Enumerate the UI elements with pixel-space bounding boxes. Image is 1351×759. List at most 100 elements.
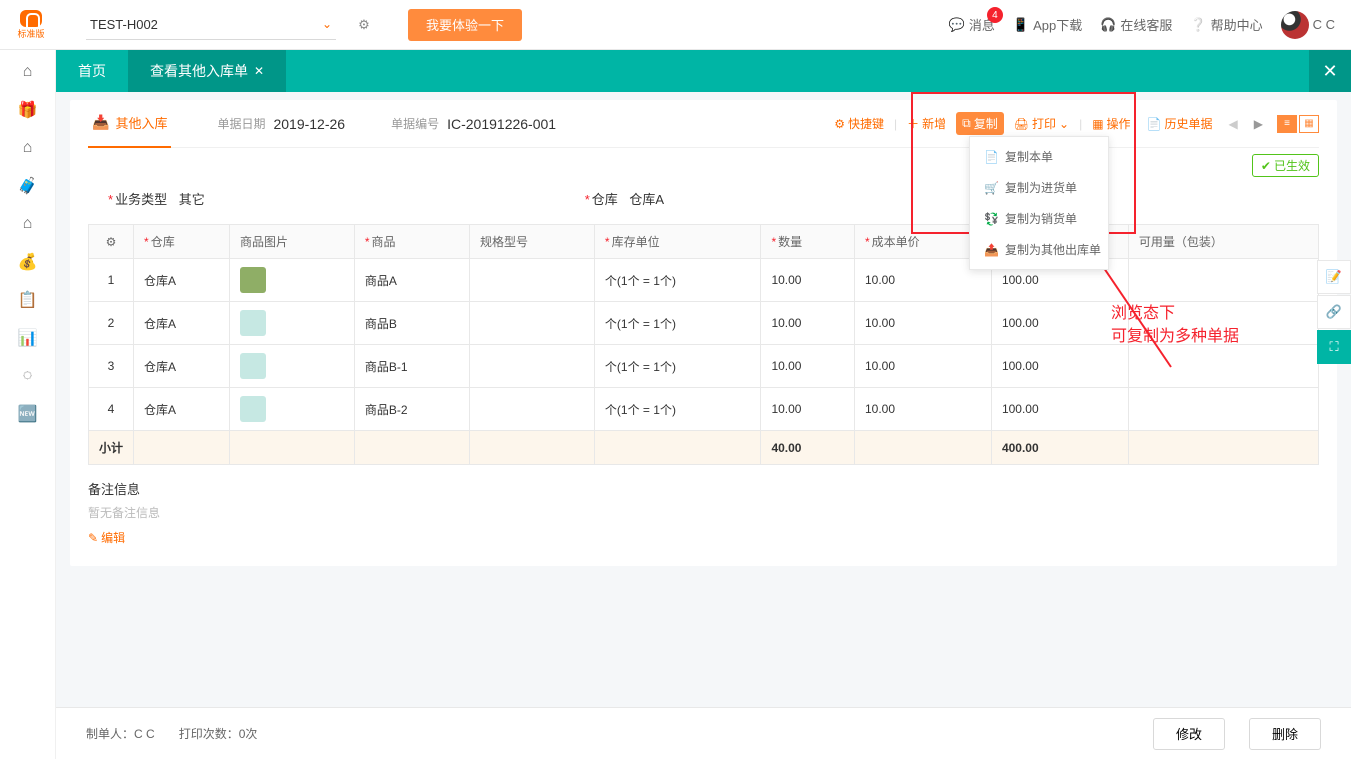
row-index: 2 (89, 302, 134, 345)
next-doc-button[interactable]: ▶ (1248, 114, 1269, 134)
creator-info: 制单人：C C (86, 725, 155, 742)
user-name: C C (1313, 17, 1335, 32)
edit-remark-button[interactable]: ✎编辑 (88, 529, 1319, 546)
cell-spec (470, 259, 595, 302)
nav-gift-icon[interactable]: 🎁 (16, 98, 40, 122)
view-card-icon[interactable]: ▦ (1299, 115, 1319, 133)
modify-button[interactable]: 修改 (1153, 718, 1225, 750)
prev-doc-button[interactable]: ◀ (1223, 114, 1244, 134)
cell-unit-cost: 10.00 (854, 302, 991, 345)
cell-product: 商品B-1 (354, 345, 469, 388)
tab-active-label: 查看其他入库单 (150, 61, 248, 81)
cell-spec (470, 302, 595, 345)
cell-image (229, 345, 354, 388)
table-row[interactable]: 3 仓库A 商品B-1 个(1个 = 1个) 10.00 10.00 100.0… (89, 345, 1319, 388)
cell-available (1128, 259, 1318, 302)
warehouse-field: *仓库 仓库A (585, 189, 664, 208)
table-config-button[interactable]: ⚙ (89, 225, 134, 259)
help-center-link[interactable]: ❔ 帮助中心 (1190, 15, 1262, 34)
cell-warehouse: 仓库A (134, 388, 230, 431)
row-index: 3 (89, 345, 134, 388)
remark-title: 备注信息 (88, 479, 1319, 498)
right-toolbelt: 📝 🔗 ⛶ (1317, 260, 1351, 364)
nav-bag-icon[interactable]: 🧳 (16, 174, 40, 198)
print-button[interactable]: 🖨打印⌄ (1008, 112, 1075, 135)
cell-amount: 100.00 (991, 388, 1128, 431)
sale-icon: 💱 (984, 212, 999, 226)
subtotal-row: 小计 40.00 400.00 (89, 431, 1319, 465)
user-menu[interactable]: C C (1281, 11, 1335, 39)
edit-icon: ✎ (88, 531, 98, 545)
cell-available (1128, 302, 1318, 345)
items-table: ⚙ *仓库 商品图片 *商品 规格型号 *库存单位 *数量 *成本单价 *成本金… (88, 224, 1319, 465)
copy-this-doc[interactable]: 📄复制本单 (970, 141, 1108, 172)
shortcut-button[interactable]: ⚙快捷键 (828, 112, 890, 135)
cell-available (1128, 345, 1318, 388)
new-button[interactable]: ＋新增 (901, 112, 952, 135)
tab-home[interactable]: 首页 (56, 50, 128, 92)
cart-icon: 🛒 (984, 181, 999, 195)
belt-note-icon[interactable]: 📝 (1317, 260, 1351, 294)
tab-view-other-inbound[interactable]: 查看其他入库单 ✕ (128, 50, 286, 92)
help-center-label: 帮助中心 (1211, 15, 1263, 34)
subtotal-amount: 400.00 (991, 431, 1128, 465)
sidebar: ⌂ 🎁 ⌂ 🧳 ⌂ 💰 📋 📊 ◌ 🆕 (0, 50, 56, 759)
product-thumb (240, 310, 266, 336)
gear-icon: ⚙ (834, 117, 845, 131)
operate-button[interactable]: ▦操作 (1086, 112, 1136, 135)
help-icon: ❔ (1190, 17, 1206, 33)
try-button[interactable]: 我要体验一下 (408, 9, 522, 41)
history-button[interactable]: 📄历史单据 (1141, 112, 1219, 135)
product-thumb (240, 353, 266, 379)
nav-warehouse-icon[interactable]: ⌂ (16, 212, 40, 236)
page-title-tab[interactable]: 📥 其他入库 (88, 100, 171, 148)
cell-image (229, 388, 354, 431)
cell-qty: 10.00 (761, 259, 855, 302)
history-icon: 📄 (1147, 117, 1162, 131)
cell-unit: 个(1个 = 1个) (594, 302, 761, 345)
nav-report-icon[interactable]: 📊 (16, 326, 40, 350)
close-all-tabs[interactable]: ✕ (1309, 50, 1351, 92)
nav-money-icon[interactable]: 💰 (16, 250, 40, 274)
org-selector[interactable]: TEST-H002 ⌄ (86, 10, 336, 40)
cell-warehouse: 仓库A (134, 302, 230, 345)
remark-empty: 暂无备注信息 (88, 504, 1319, 521)
phone-icon: 📱 (1013, 17, 1029, 33)
print-count-info: 打印次数：0次 (179, 725, 258, 742)
cell-unit: 个(1个 = 1个) (594, 259, 761, 302)
org-name: TEST-H002 (90, 17, 158, 32)
belt-link-icon[interactable]: 🔗 (1317, 295, 1351, 329)
app-download-label: App下载 (1033, 15, 1082, 34)
online-service-link[interactable]: 🎧 在线客服 (1100, 15, 1172, 34)
cell-qty: 10.00 (761, 302, 855, 345)
belt-expand-icon[interactable]: ⛶ (1317, 330, 1351, 364)
product-thumb (240, 267, 266, 293)
view-list-icon[interactable]: ≡ (1277, 115, 1297, 133)
copy-button[interactable]: ⧉复制 (956, 112, 1004, 135)
delete-button[interactable]: 删除 (1249, 718, 1321, 750)
print-icon: 🖨 (1014, 117, 1029, 131)
date-label: 单据日期 (217, 115, 265, 132)
date-value: 2019-12-26 (273, 116, 345, 132)
nav-house-icon[interactable]: ⌂ (16, 136, 40, 160)
message-icon: 💬 (949, 17, 965, 33)
logo[interactable]: 标准版 (16, 10, 46, 40)
copy-as-purchase[interactable]: 🛒复制为进货单 (970, 172, 1108, 203)
copy-as-sales[interactable]: 💱复制为销货单 (970, 203, 1108, 234)
table-row[interactable]: 4 仓库A 商品B-2 个(1个 = 1个) 10.00 10.00 100.0… (89, 388, 1319, 431)
settings-button[interactable]: ⚙ (350, 11, 378, 39)
app-download-link[interactable]: 📱 App下载 (1013, 15, 1082, 34)
nav-home-icon[interactable]: ⌂ (16, 60, 40, 84)
tab-close-icon[interactable]: ✕ (254, 64, 264, 78)
cell-image (229, 302, 354, 345)
table-row[interactable]: 2 仓库A 商品B 个(1个 = 1个) 10.00 10.00 100.00 (89, 302, 1319, 345)
copy-as-other-outbound[interactable]: 📤复制为其他出库单 (970, 234, 1108, 265)
nav-cloud-icon[interactable]: ◌ (16, 364, 40, 388)
nav-new-icon[interactable]: 🆕 (16, 402, 40, 426)
nav-clipboard-icon[interactable]: 📋 (16, 288, 40, 312)
doc-no-label: 单据编号 (391, 115, 439, 132)
avatar (1281, 11, 1309, 39)
footer: 制单人：C C 打印次数：0次 修改 删除 (56, 707, 1351, 759)
table-row[interactable]: 1 仓库A 商品A 个(1个 = 1个) 10.00 10.00 100.00 (89, 259, 1319, 302)
messages-link[interactable]: 💬 消息 4 (949, 15, 995, 34)
